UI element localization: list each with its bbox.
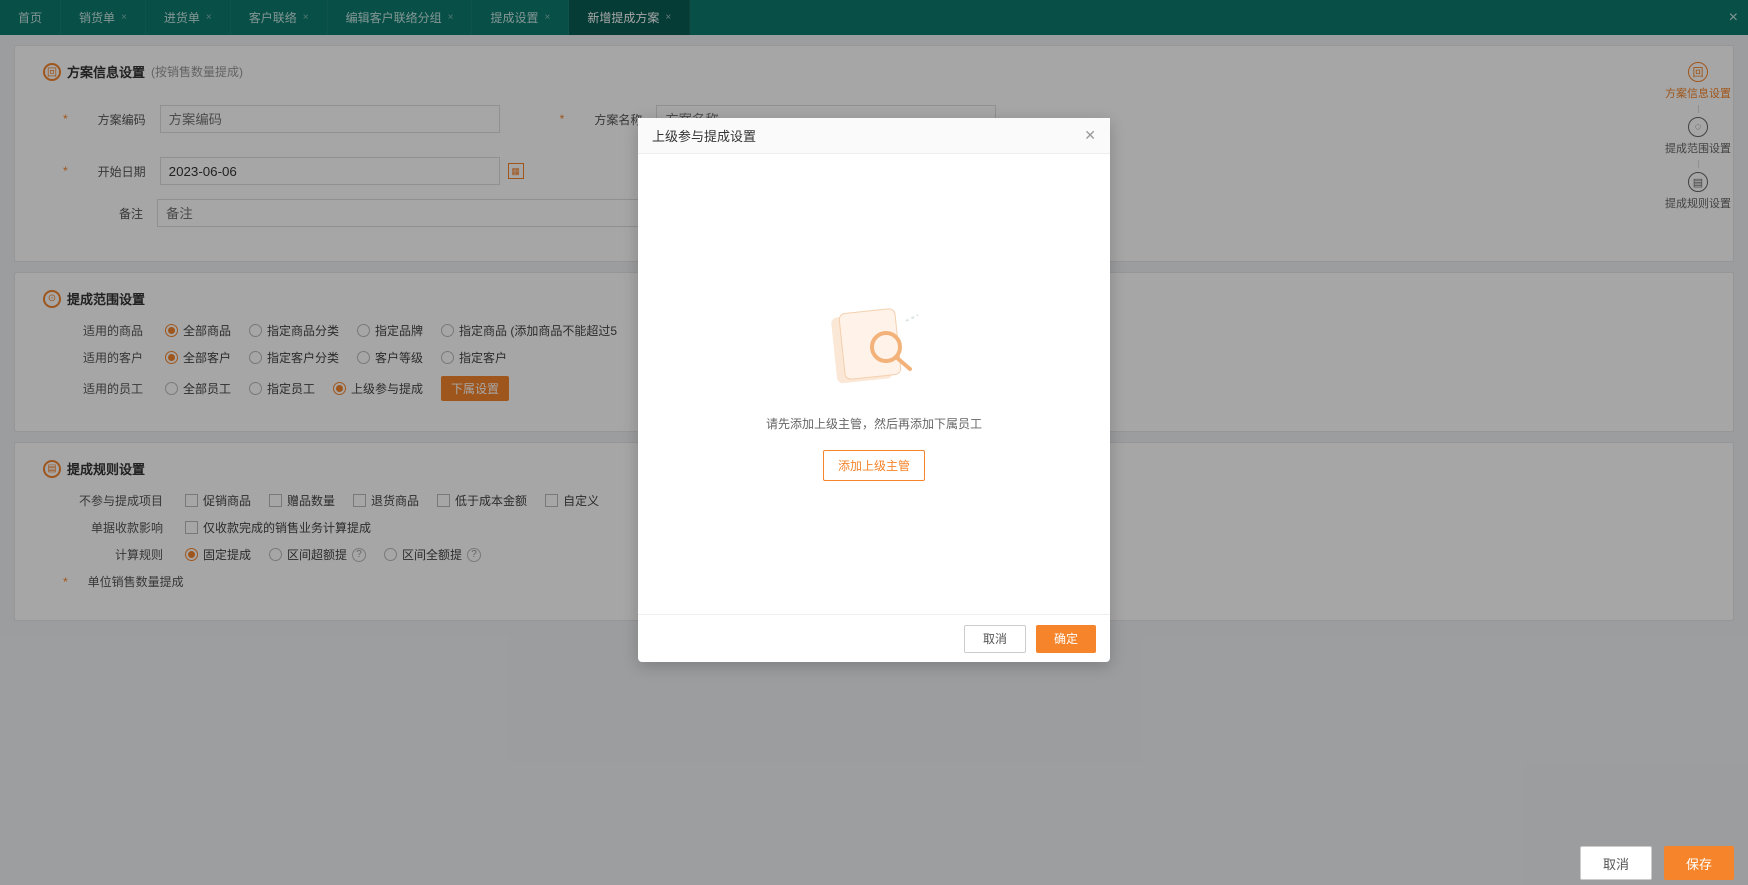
modal-tip: 请先添加上级主管，然后再添加下属员工 — [766, 415, 982, 432]
modal-title: 上级参与提成设置 — [652, 126, 756, 145]
save-button[interactable]: 保存 — [1664, 846, 1734, 880]
modal-cancel-button[interactable]: 取消 — [964, 625, 1026, 653]
supervisor-modal: 上级参与提成设置 ✕ 请先添加上级主管，然后再添加下属员工 添加上级主管 取消 … — [638, 118, 1110, 662]
add-supervisor-button[interactable]: 添加上级主管 — [823, 450, 925, 481]
cancel-button[interactable]: 取消 — [1580, 846, 1652, 880]
empty-illustration — [814, 287, 934, 397]
modal-close-icon[interactable]: ✕ — [1084, 127, 1096, 144]
footer-bar: 取消 保存 — [0, 841, 1748, 885]
modal-ok-button[interactable]: 确定 — [1036, 625, 1096, 653]
